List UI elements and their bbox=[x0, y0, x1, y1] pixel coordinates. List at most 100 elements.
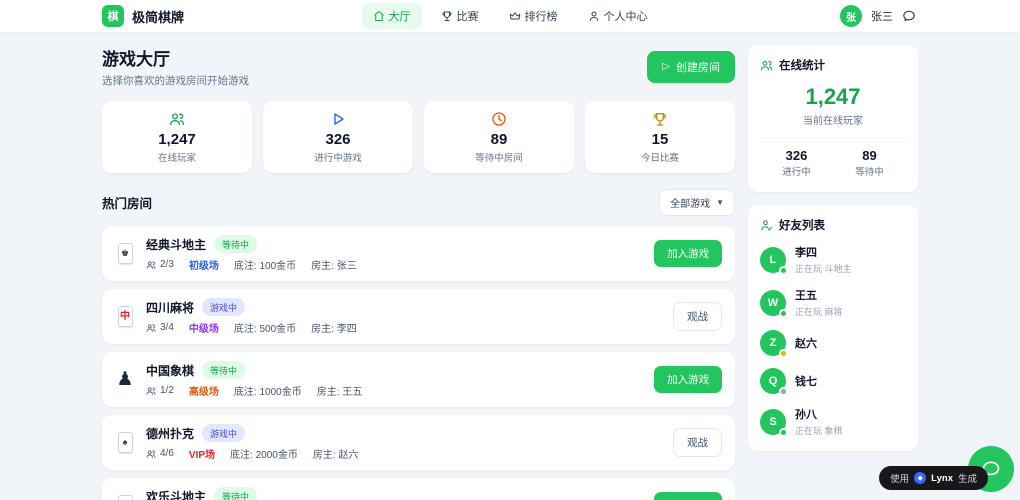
room-owner: 房主: 李四 bbox=[311, 324, 357, 335]
friend-avatar: Z bbox=[760, 330, 788, 358]
room-players: 2/3 bbox=[146, 259, 174, 270]
joker-card-icon: ♚ bbox=[117, 243, 133, 264]
room-list: ♚ 经典斗地主 等待中 2/3 初级场 底注: 100金币 房主: 张三 加入游… bbox=[102, 226, 735, 500]
mahjong-tile-icon: 中 bbox=[115, 306, 135, 327]
ace-card-icon: ♠ bbox=[117, 432, 133, 453]
friend-item[interactable]: Q 钱七 bbox=[760, 368, 906, 396]
app-logo: 棋 bbox=[102, 5, 124, 27]
top-navbar: 棋 极简棋牌 大厅 比赛 排行榜 个人中心 张 张三 bbox=[0, 0, 1020, 33]
room-card: 中 四川麻将 游戏中 3/4 中级场 底注: 500金币 房主: 李四 观战 bbox=[102, 289, 735, 344]
room-stake: 底注: 1000金币 bbox=[233, 387, 302, 398]
room-card: ♟ 中国象棋 等待中 1/2 高级场 底注: 1000金币 房主: 王五 加入游… bbox=[102, 352, 735, 407]
nav-item-ranking[interactable]: 排行榜 bbox=[498, 3, 569, 29]
room-level: 中级场 bbox=[188, 324, 219, 335]
lynx-logo-icon: ◆ bbox=[914, 472, 927, 484]
friend-name: 赵六 bbox=[795, 338, 817, 350]
joker-card-icon: ♚ bbox=[117, 495, 133, 500]
status-dot bbox=[779, 349, 788, 358]
stats-grid: 1,247 在线玩家 326 进行中游戏 89 等待中房间 15 今日比赛 bbox=[102, 101, 735, 173]
friend-item[interactable]: W 王五 正在玩 麻将 bbox=[760, 287, 906, 318]
chat-bubble-icon[interactable] bbox=[902, 9, 916, 23]
friend-avatar: S bbox=[760, 408, 788, 437]
online-stats-title: 在线统计 bbox=[779, 60, 825, 72]
user-group: 张 张三 bbox=[840, 5, 916, 27]
nav-item-lobby[interactable]: 大厅 bbox=[361, 3, 422, 29]
room-owner: 房主: 张三 bbox=[311, 261, 357, 272]
friend-avatar: L bbox=[760, 246, 788, 275]
friend-activity: 正在玩 麻将 bbox=[795, 307, 843, 317]
room-players: 3/4 bbox=[146, 322, 174, 333]
friend-name: 钱七 bbox=[795, 376, 817, 388]
online-substat: 326 进行中 bbox=[782, 148, 811, 178]
status-dot bbox=[779, 427, 788, 437]
rooms-section-title: 热门房间 bbox=[102, 197, 153, 211]
home-icon bbox=[373, 10, 385, 22]
stat-label: 今日比赛 bbox=[640, 153, 679, 164]
ace-card-icon: ♠ bbox=[115, 432, 135, 453]
chess-pawn-icon: ♟ bbox=[116, 369, 134, 390]
stat-card: 1,247 在线玩家 bbox=[102, 101, 252, 173]
room-status-badge: 游戏中 bbox=[202, 424, 246, 442]
room-action-button[interactable]: 观战 bbox=[673, 302, 722, 331]
friend-item[interactable]: L 李四 正在玩 斗地主 bbox=[760, 244, 906, 275]
room-stake: 底注: 100金币 bbox=[233, 261, 297, 272]
status-dot bbox=[779, 265, 788, 275]
players-icon bbox=[146, 449, 156, 458]
person-icon bbox=[588, 10, 600, 22]
game-filter-select[interactable]: 全部游戏 ▼ bbox=[659, 189, 735, 216]
room-action-button[interactable]: 加入游戏 bbox=[654, 366, 722, 393]
friend-item[interactable]: Z 赵六 bbox=[760, 330, 906, 358]
friend-list: L 李四 正在玩 斗地主 W 王五 正在玩 麻将 Z 赵六 Q 钱七 S 孙八 … bbox=[760, 244, 906, 437]
room-name: 德州扑克 bbox=[146, 426, 195, 441]
play-icon bbox=[263, 111, 413, 127]
play-outline-icon: ▷ bbox=[662, 60, 670, 72]
stat-value: 15 bbox=[651, 131, 669, 148]
friend-icon bbox=[760, 219, 773, 232]
crown-icon bbox=[509, 10, 521, 22]
room-players: 1/2 bbox=[146, 385, 174, 396]
nav-item-profile[interactable]: 个人中心 bbox=[577, 3, 659, 29]
joker-card-icon: ♚ bbox=[115, 495, 135, 500]
room-status-badge: 等待中 bbox=[202, 361, 246, 379]
user-avatar[interactable]: 张 bbox=[840, 5, 862, 27]
players-icon bbox=[146, 386, 156, 395]
friend-name: 孙八 bbox=[795, 409, 817, 421]
users-icon bbox=[102, 111, 252, 127]
room-action-button[interactable]: 观战 bbox=[673, 428, 722, 457]
nav-item-matches[interactable]: 比赛 bbox=[430, 3, 490, 29]
room-stake: 底注: 500金币 bbox=[233, 324, 297, 335]
friends-title: 好友列表 bbox=[779, 220, 825, 232]
room-name: 欢乐斗地主 bbox=[146, 489, 207, 500]
friend-activity: 正在玩 斗地主 bbox=[795, 264, 852, 274]
room-stake: 底注: 2000金币 bbox=[230, 450, 298, 461]
room-status-badge: 游戏中 bbox=[202, 298, 246, 316]
room-action-button[interactable]: 加入游戏 bbox=[654, 492, 722, 500]
clock-icon bbox=[424, 111, 574, 127]
joker-card-icon: ♚ bbox=[115, 243, 135, 264]
room-name: 经典斗地主 bbox=[146, 237, 207, 252]
room-action-button[interactable]: 加入游戏 bbox=[654, 240, 722, 267]
room-owner: 房主: 王五 bbox=[316, 387, 363, 398]
friends-card: 好友列表 L 李四 正在玩 斗地主 W 王五 正在玩 麻将 Z 赵六 Q 钱七 … bbox=[748, 205, 918, 451]
app-title: 极简棋牌 bbox=[132, 9, 185, 25]
friend-avatar: W bbox=[760, 289, 788, 318]
create-room-button[interactable]: ▷ 创建房间 bbox=[647, 50, 735, 83]
trophy-icon bbox=[441, 10, 453, 22]
online-stats-card: 在线统计 1,247 当前在线玩家 326 进行中 89 等待中 bbox=[748, 45, 918, 192]
online-substats: 326 进行中 89 等待中 bbox=[760, 148, 906, 180]
stat-value: 326 bbox=[325, 131, 351, 148]
main-column: 游戏大厅 选择你喜欢的游戏房间开始游戏 ▷ 创建房间 1,247 在线玩家 32… bbox=[102, 45, 735, 500]
room-status-badge: 等待中 bbox=[214, 235, 258, 253]
status-dot bbox=[779, 308, 788, 318]
stat-value: 1,247 bbox=[158, 131, 196, 148]
main-nav: 大厅 比赛 排行榜 个人中心 bbox=[361, 3, 659, 29]
mahjong-tile-icon: 中 bbox=[117, 306, 133, 327]
lynx-generator-badge[interactable]: 使用 ◆ Lynx 生成 bbox=[879, 466, 988, 490]
online-substat: 89 等待中 bbox=[855, 148, 884, 178]
stat-label: 在线玩家 bbox=[157, 153, 196, 164]
brand-group: 棋 极简棋牌 bbox=[102, 5, 184, 27]
room-level: 初级场 bbox=[188, 261, 219, 272]
friend-name: 王五 bbox=[795, 290, 817, 302]
stat-card: 15 今日比赛 bbox=[585, 101, 735, 173]
friend-item[interactable]: S 孙八 正在玩 象棋 bbox=[760, 406, 906, 437]
